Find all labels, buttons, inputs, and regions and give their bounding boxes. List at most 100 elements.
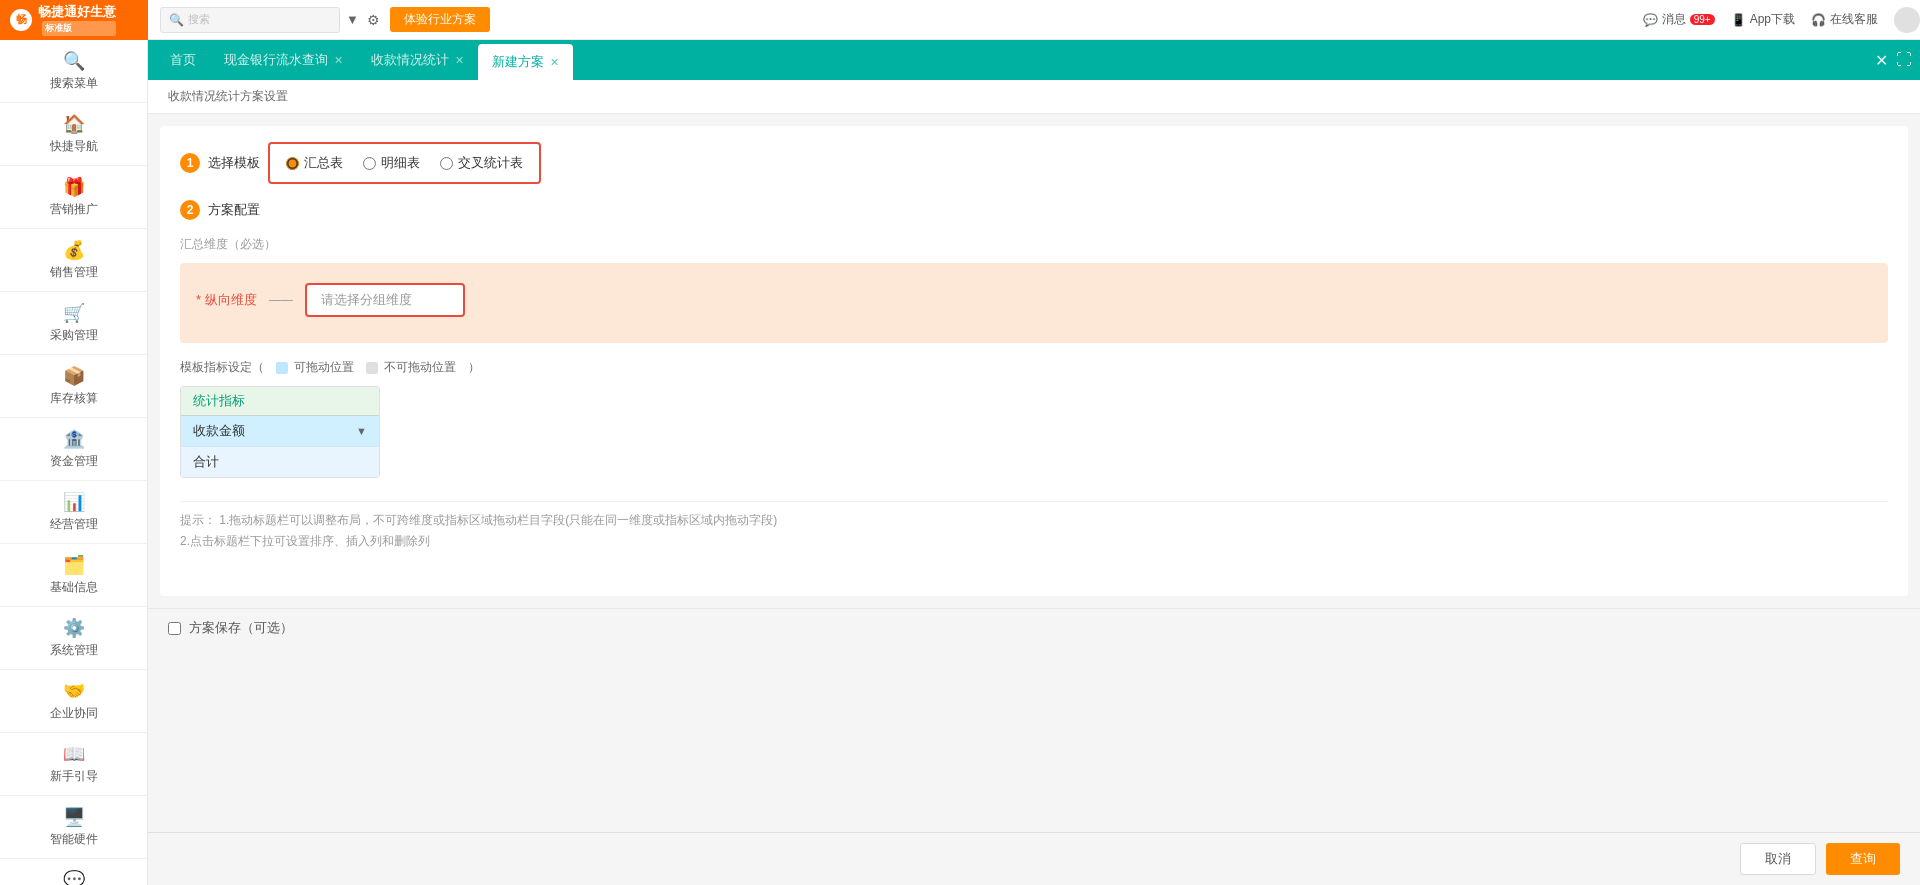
tab-bank-label: 现金银行流水查询 xyxy=(224,51,328,69)
breadcrumb-text: 收款情况统计方案设置 xyxy=(168,89,288,103)
notification-label: 消息 xyxy=(1662,11,1686,28)
movable-dot xyxy=(276,362,288,374)
tip2: 2.点击标题栏下拉可设置排序、插入列和删除列 xyxy=(180,533,1888,550)
column-row: 合计 xyxy=(181,447,379,477)
radio-cross[interactable]: 交叉统计表 xyxy=(440,154,523,172)
fixed-dot xyxy=(366,362,378,374)
sidebar-item-quick-nav[interactable]: 🏠 快捷导航 xyxy=(0,103,147,166)
tab-bar: 首页 现金银行流水查询 ✕ 收款情况统计 ✕ 新建方案 ✕ ✕ ⛶ xyxy=(148,40,1920,80)
purchase-icon: 🛒 xyxy=(63,302,85,324)
sidebar-item-purchase[interactable]: 🛒 采购管理 xyxy=(0,292,147,355)
user-avatar[interactable] xyxy=(1894,7,1920,33)
support-label: 在线客服 xyxy=(1830,11,1878,28)
sidebar-item-wechat[interactable]: 💬 企业微信 xyxy=(0,859,147,885)
home-icon: 🏠 xyxy=(63,113,85,135)
cancel-button[interactable]: 取消 xyxy=(1740,843,1816,875)
sidebar-item-marketing[interactable]: 🎁 营销推广 xyxy=(0,166,147,229)
tab-bank[interactable]: 现金银行流水查询 ✕ xyxy=(210,40,357,80)
dimension-arrow: —— xyxy=(269,293,293,307)
sidebar-item-finance[interactable]: 🏦 资金管理 xyxy=(0,418,147,481)
stats-title-row: 统计指标 xyxy=(181,387,379,416)
breadcrumb: 收款情况统计方案设置 xyxy=(148,80,1920,114)
basic-icon: 🗂️ xyxy=(63,554,85,576)
metrics-header: 模板指标设定（ 可拖动位置 不可拖动位置 ） xyxy=(180,359,1888,376)
radio-detail-input[interactable] xyxy=(363,157,376,170)
sidebar-item-label: 搜索菜单 xyxy=(50,75,98,92)
tab-collection-close[interactable]: ✕ xyxy=(455,54,464,67)
legend-movable: 可拖动位置 xyxy=(276,359,354,376)
sidebar-item-label: 智能硬件 xyxy=(50,831,98,848)
search-dropdown-icon[interactable]: ▼ xyxy=(346,12,359,27)
message-icon: 💬 xyxy=(1643,13,1658,27)
radio-summary-label: 汇总表 xyxy=(304,154,343,172)
tab-close-all-icon[interactable]: ✕ xyxy=(1875,51,1888,70)
column-header-text: 收款金额 xyxy=(193,422,245,440)
sidebar-item-search[interactable]: 🔍 搜索菜单 xyxy=(0,40,147,103)
header-search-area: 🔍 搜索 ▼ ⚙ 体验行业方案 xyxy=(160,7,1643,33)
wechat-icon: 💬 xyxy=(63,869,85,885)
query-button[interactable]: 查询 xyxy=(1826,843,1900,875)
operations-icon: 📊 xyxy=(63,491,85,513)
system-icon: ⚙️ xyxy=(63,617,85,639)
tab-home[interactable]: 首页 xyxy=(156,40,210,80)
support-item[interactable]: 🎧 在线客服 xyxy=(1811,11,1878,28)
radio-cross-label: 交叉统计表 xyxy=(458,154,523,172)
sidebar-item-guide[interactable]: 📖 新手引导 xyxy=(0,733,147,796)
close-paren: ） xyxy=(468,359,480,376)
sidebar-item-enterprise[interactable]: 🤝 企业协同 xyxy=(0,670,147,733)
notification-item[interactable]: 💬 消息 99+ xyxy=(1643,11,1715,28)
step2-number: 2 xyxy=(180,200,200,220)
sidebar-item-basic[interactable]: 🗂️ 基础信息 xyxy=(0,544,147,607)
sidebar-item-label: 经营管理 xyxy=(50,516,98,533)
radio-summary[interactable]: 汇总表 xyxy=(286,154,343,172)
sidebar-item-sales[interactable]: 💰 销售管理 xyxy=(0,229,147,292)
dimension-area: * 纵向维度 —— 请选择分组维度 xyxy=(180,263,1888,343)
column-chevron-icon[interactable]: ▼ xyxy=(356,425,367,437)
sidebar-item-label: 基础信息 xyxy=(50,579,98,596)
radio-detail-label: 明细表 xyxy=(381,154,420,172)
trial-button[interactable]: 体验行业方案 xyxy=(390,7,490,32)
finance-icon: 🏦 xyxy=(63,428,85,450)
sidebar-item-hardware[interactable]: 🖥️ 智能硬件 xyxy=(0,796,147,859)
dimension-select[interactable]: 请选择分组维度 xyxy=(305,283,465,317)
tab-new-plan-close[interactable]: ✕ xyxy=(550,56,559,69)
tab-collection[interactable]: 收款情况统计 ✕ xyxy=(357,40,478,80)
dimension-row-label: * 纵向维度 xyxy=(196,291,257,309)
template-select-box: 汇总表 明细表 交叉统计表 xyxy=(268,142,541,184)
dimension-row: * 纵向维度 —— 请选择分组维度 xyxy=(196,283,1872,317)
search-menu-icon: 🔍 xyxy=(63,50,85,72)
tab-new-plan[interactable]: 新建方案 ✕ xyxy=(478,44,573,80)
guide-icon: 📖 xyxy=(63,743,85,765)
step1-section: 1 选择模板 汇总表 明细表 xyxy=(180,142,1888,184)
gear-icon[interactable]: ⚙ xyxy=(367,12,380,28)
radio-cross-input[interactable] xyxy=(440,157,453,170)
step2-title: 方案配置 xyxy=(208,201,260,219)
marketing-icon: 🎁 xyxy=(63,176,85,198)
fixed-label: 不可拖动位置 xyxy=(384,359,456,376)
notification-badge: 99+ xyxy=(1690,14,1715,25)
sidebar-item-system[interactable]: ⚙️ 系统管理 xyxy=(0,607,147,670)
logo: 畅 畅捷通好生意 标准版 xyxy=(0,0,148,40)
tip1: 提示： 1.拖动标题栏可以调整布局，不可跨维度或指标区域拖动栏目字段(只能在同一… xyxy=(180,512,1888,529)
hardware-icon: 🖥️ xyxy=(63,806,85,828)
tab-maximize-icon[interactable]: ⛶ xyxy=(1896,51,1912,70)
radio-detail[interactable]: 明细表 xyxy=(363,154,420,172)
config-section: 汇总维度（必选） * 纵向维度 —— 请选择分组维度 xyxy=(180,236,1888,564)
download-item[interactable]: 📱 App下载 xyxy=(1731,11,1795,28)
sidebar-item-label: 销售管理 xyxy=(50,264,98,281)
sales-icon: 💰 xyxy=(63,239,85,261)
search-box[interactable]: 🔍 搜索 xyxy=(160,7,340,33)
sidebar-item-operations[interactable]: 📊 经营管理 xyxy=(0,481,147,544)
sidebar-item-inventory[interactable]: 📦 库存核算 xyxy=(0,355,147,418)
tab-bank-close[interactable]: ✕ xyxy=(334,54,343,67)
form-container: 1 选择模板 汇总表 明细表 xyxy=(160,126,1908,596)
step1-header: 1 选择模板 汇总表 明细表 xyxy=(180,142,1888,184)
sidebar-item-label: 库存核算 xyxy=(50,390,98,407)
tips-section: 提示： 1.拖动标题栏可以调整布局，不可跨维度或指标区域拖动栏目字段(只能在同一… xyxy=(180,501,1888,564)
sidebar: 🔍 搜索菜单 🏠 快捷导航 🎁 营销推广 💰 销售管理 🛒 采购管理 📦 库存核… xyxy=(0,40,148,885)
metrics-section: 模板指标设定（ 可拖动位置 不可拖动位置 ） xyxy=(180,359,1888,481)
save-checkbox[interactable] xyxy=(168,622,181,635)
radio-summary-input[interactable] xyxy=(286,157,299,170)
page-content: 收款情况统计方案设置 1 选择模板 汇总表 xyxy=(148,80,1920,832)
sidebar-item-label: 新手引导 xyxy=(50,768,98,785)
